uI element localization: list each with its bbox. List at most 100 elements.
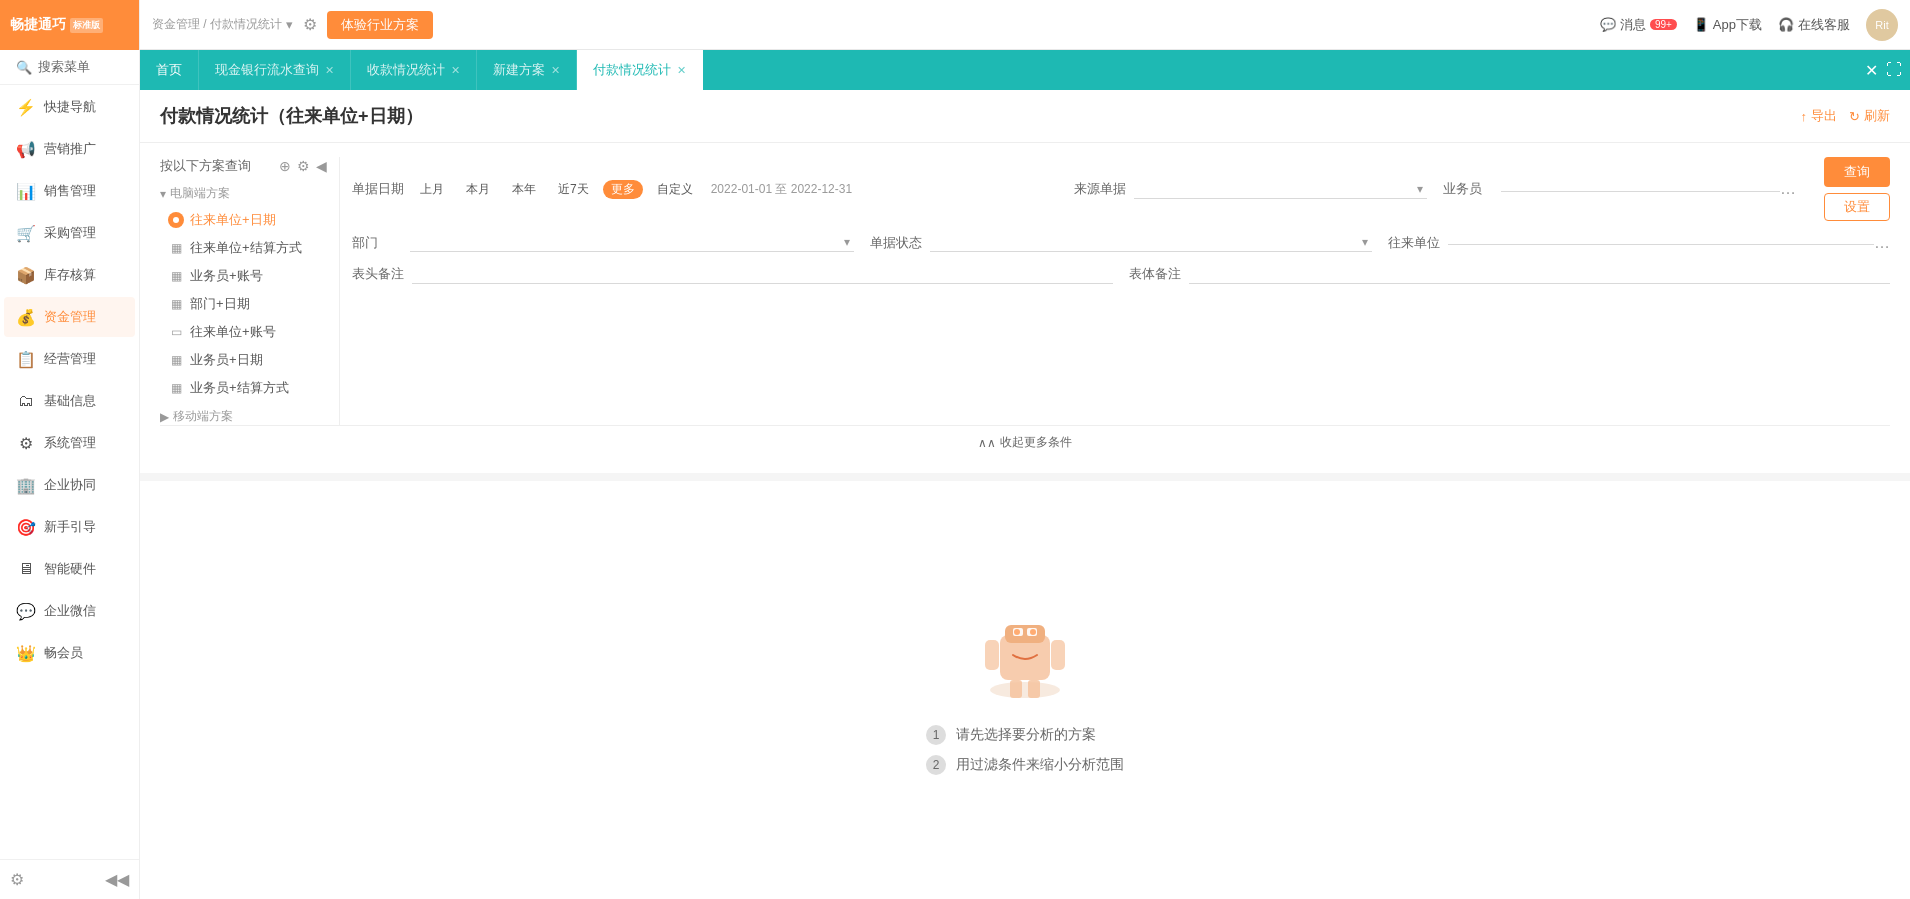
sidebar-item-hardware[interactable]: 🖥 智能硬件 bbox=[4, 549, 135, 589]
hint-text-2: 用过滤条件来缩小分析范围 bbox=[956, 756, 1124, 774]
scheme-item-staff-date[interactable]: ▦业务员+日期 bbox=[160, 346, 327, 374]
tab-new-scheme[interactable]: 新建方案✕ bbox=[477, 50, 577, 90]
sidebar-item-wechat[interactable]: 💬 企业微信 bbox=[4, 591, 135, 631]
expand-tab-icon[interactable]: ⛶ bbox=[1886, 61, 1902, 79]
export-icon: ↑ bbox=[1801, 109, 1808, 124]
hint-num-2: 2 bbox=[926, 755, 946, 775]
sidebar-icon-system: ⚙ bbox=[16, 433, 36, 453]
breadcrumb-dropdown-icon[interactable]: ▾ bbox=[286, 17, 293, 32]
tab-payment-stats[interactable]: 付款情况统计✕ bbox=[577, 50, 703, 90]
desktop-scheme-group[interactable]: ▾ 电脑端方案 bbox=[160, 185, 327, 202]
tab-close-receipt-stats[interactable]: ✕ bbox=[451, 64, 460, 77]
header-remark-input[interactable] bbox=[412, 264, 1113, 284]
sidebar-icon-finance: 💰 bbox=[16, 307, 36, 327]
sidebar-item-system[interactable]: ⚙ 系统管理 bbox=[4, 423, 135, 463]
topbar-settings-icon[interactable]: ⚙ bbox=[303, 15, 317, 34]
body-remark-input[interactable] bbox=[1189, 264, 1890, 284]
export-btn[interactable]: ↑ 导出 bbox=[1801, 107, 1838, 125]
avatar[interactable]: Rit bbox=[1866, 9, 1898, 41]
scheme-header: 按以下方案查询 ⊕ ⚙ ◀ bbox=[160, 157, 327, 175]
sidebar-icon-purchase: 🛒 bbox=[16, 223, 36, 243]
header-remark-filter: 表头备注 bbox=[352, 264, 1113, 284]
refresh-btn[interactable]: ↻ 刷新 bbox=[1849, 107, 1890, 125]
sidebar-item-member[interactable]: 👑 畅会员 bbox=[4, 633, 135, 673]
scheme-active-dot-unit-date bbox=[168, 212, 184, 228]
scheme-item-staff-account[interactable]: ▦业务员+账号 bbox=[160, 262, 327, 290]
sidebar-icon-sales: 📊 bbox=[16, 181, 36, 201]
counterpart-dots[interactable]: … bbox=[1874, 234, 1890, 252]
collapse-sidebar-icon[interactable]: ◀◀ bbox=[105, 870, 129, 889]
scheme-item-staff-settle[interactable]: ▦业务员+结算方式 bbox=[160, 374, 327, 402]
query-btn[interactable]: 查询 bbox=[1824, 157, 1890, 187]
add-scheme-icon[interactable]: ⊕ bbox=[279, 158, 291, 174]
sidebar-label-guide: 新手引导 bbox=[44, 518, 96, 536]
tab-receipt-stats[interactable]: 收款情况统计✕ bbox=[351, 50, 477, 90]
tab-close-payment-stats[interactable]: ✕ bbox=[677, 64, 686, 77]
scheme-label-unit-account: 往来单位+账号 bbox=[190, 323, 276, 341]
sidebar-item-inventory[interactable]: 📦 库存核算 bbox=[4, 255, 135, 295]
svg-rect-2 bbox=[1005, 625, 1045, 643]
header-remark-label: 表头备注 bbox=[352, 265, 404, 283]
service-btn[interactable]: 🎧 在线客服 bbox=[1778, 16, 1850, 34]
sidebar-item-guide[interactable]: 🎯 新手引导 bbox=[4, 507, 135, 547]
date-tab-more[interactable]: 更多 bbox=[603, 180, 643, 199]
staff-dots[interactable]: … bbox=[1780, 180, 1796, 198]
query-settings: 查询 设置 bbox=[1824, 157, 1890, 221]
source-select-arrow: ▾ bbox=[1417, 182, 1423, 196]
hint-text-1: 请先选择要分析的方案 bbox=[956, 726, 1096, 744]
settings-btn[interactable]: 设置 bbox=[1824, 193, 1890, 221]
sidebar-icon-basic: 🗂 bbox=[16, 391, 36, 411]
scheme-item-unit-account[interactable]: ▭往来单位+账号 bbox=[160, 318, 327, 346]
sidebar-label-quick-nav: 快捷导航 bbox=[44, 98, 96, 116]
avatar-text: Rit bbox=[1875, 19, 1888, 31]
settings-scheme-icon[interactable]: ⚙ bbox=[297, 158, 310, 174]
search-menu[interactable]: 🔍 搜索菜单 bbox=[0, 50, 139, 85]
scheme-item-dept-date[interactable]: ▦部门+日期 bbox=[160, 290, 327, 318]
date-tab-this-month[interactable]: 本月 bbox=[458, 179, 498, 200]
date-tab-7days[interactable]: 近7天 bbox=[550, 179, 597, 200]
sidebar-item-cooperation[interactable]: 🏢 企业协同 bbox=[4, 465, 135, 505]
date-tab-custom[interactable]: 自定义 bbox=[649, 179, 701, 200]
scheme-label-dept-date: 部门+日期 bbox=[190, 295, 250, 313]
sidebar-item-purchase[interactable]: 🛒 采购管理 bbox=[4, 213, 135, 253]
collapse-btn[interactable]: ∧∧ 收起更多条件 bbox=[160, 425, 1890, 459]
status-select-arrow: ▾ bbox=[1362, 235, 1368, 249]
sidebar-nav: ⚡ 快捷导航 📢 营销推广 📊 销售管理 🛒 采购管理 📦 库存核算 💰 资金管… bbox=[0, 85, 139, 859]
sidebar-label-system: 系统管理 bbox=[44, 434, 96, 452]
empty-state-image bbox=[965, 605, 1085, 705]
collapse-scheme-icon[interactable]: ◀ bbox=[316, 158, 327, 174]
settings-bottom-icon[interactable]: ⚙ bbox=[10, 870, 24, 889]
status-select[interactable]: ▾ bbox=[930, 233, 1372, 252]
scheme-item-unit-settle[interactable]: ▦往来单位+结算方式 bbox=[160, 234, 327, 262]
main: 资金管理 / 付款情况统计 ▾ ⚙ 体验行业方案 💬 消息 99+ 📱 App下… bbox=[140, 0, 1910, 899]
tab-close-bank-flow[interactable]: ✕ bbox=[325, 64, 334, 77]
refresh-icon: ↻ bbox=[1849, 109, 1860, 124]
sidebar-icon-hardware: 🖥 bbox=[16, 559, 36, 579]
date-tab-this-year[interactable]: 本年 bbox=[504, 179, 544, 200]
close-tab-icon[interactable]: ✕ bbox=[1865, 61, 1878, 80]
mobile-scheme-group[interactable]: ▶ 移动端方案 bbox=[160, 402, 327, 425]
sidebar-bottom: ⚙ ◀◀ bbox=[0, 859, 139, 899]
counterpart-select[interactable] bbox=[1448, 240, 1874, 245]
sidebar-item-quick-nav[interactable]: ⚡ 快捷导航 bbox=[4, 87, 135, 127]
tab-close-new-scheme[interactable]: ✕ bbox=[551, 64, 560, 77]
dept-select[interactable]: ▾ bbox=[410, 233, 854, 252]
date-tab-last-month[interactable]: 上月 bbox=[412, 179, 452, 200]
sidebar-item-sales[interactable]: 📊 销售管理 bbox=[4, 171, 135, 211]
topbar-left: 资金管理 / 付款情况统计 ▾ ⚙ 体验行业方案 bbox=[152, 11, 1600, 39]
service-icon: 🎧 bbox=[1778, 17, 1794, 32]
sidebar-item-marketing[interactable]: 📢 营销推广 bbox=[4, 129, 135, 169]
staff-select[interactable] bbox=[1501, 187, 1780, 192]
message-btn[interactable]: 💬 消息 99+ bbox=[1600, 16, 1677, 34]
app-download-btn[interactable]: 📱 App下载 bbox=[1693, 16, 1762, 34]
page-title: 付款情况统计（往来单位+日期） bbox=[160, 104, 423, 128]
sidebar-item-operation[interactable]: 📋 经营管理 bbox=[4, 339, 135, 379]
sidebar-item-basic[interactable]: 🗂 基础信息 bbox=[4, 381, 135, 421]
tab-home[interactable]: 首页 bbox=[140, 50, 199, 90]
scheme-icon-staff-settle: ▦ bbox=[168, 380, 184, 396]
scheme-item-unit-date[interactable]: 往来单位+日期 bbox=[160, 206, 327, 234]
source-select[interactable]: ▾ bbox=[1134, 180, 1427, 199]
tab-bank-flow[interactable]: 现金银行流水查询✕ bbox=[199, 50, 351, 90]
trial-btn[interactable]: 体验行业方案 bbox=[327, 11, 433, 39]
sidebar-item-finance[interactable]: 💰 资金管理 bbox=[4, 297, 135, 337]
